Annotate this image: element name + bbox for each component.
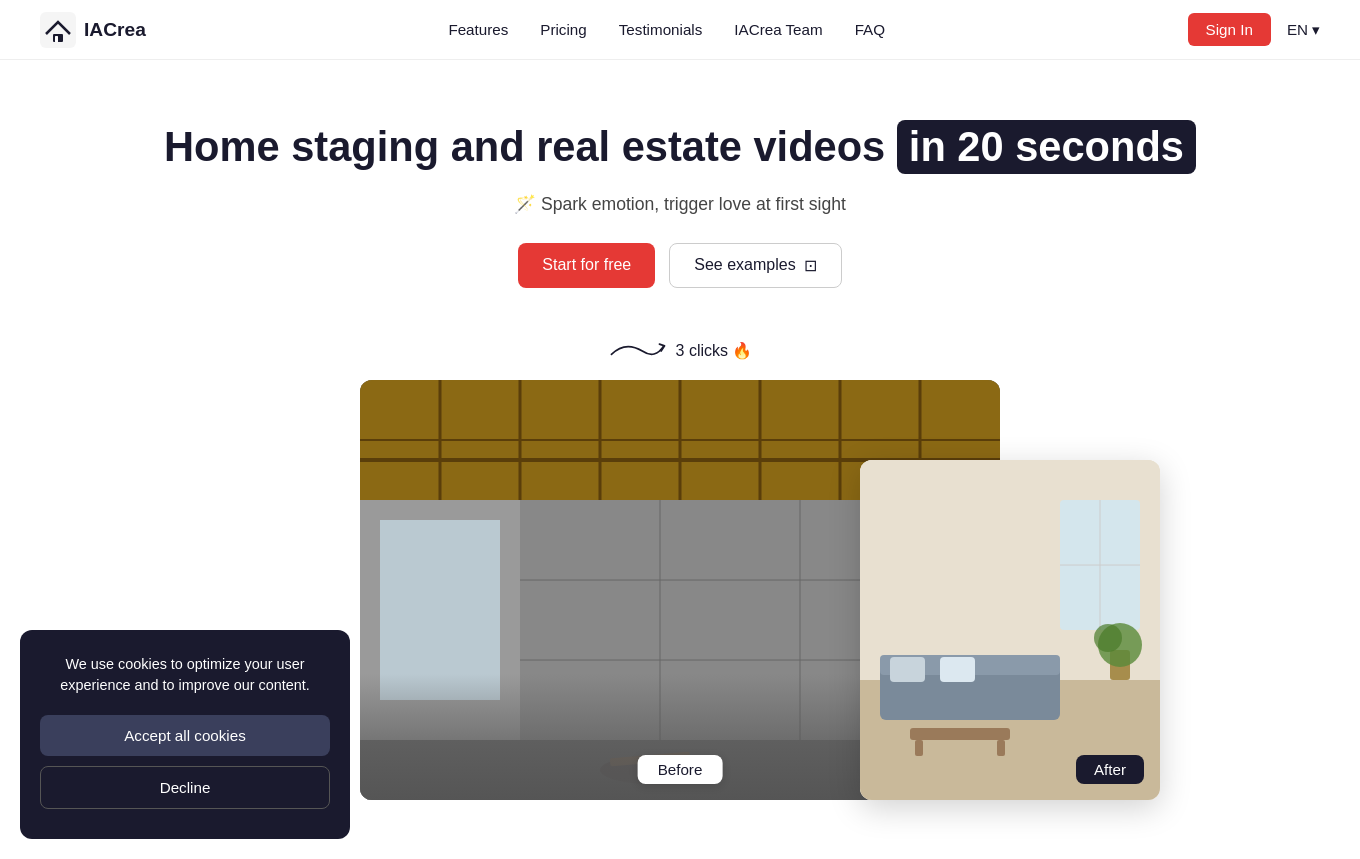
nav-links: Features Pricing Testimonials IACrea Tea… [448,21,885,38]
arrow-icon [608,336,668,366]
before-label: Before [638,755,723,784]
logo[interactable]: IACrea [40,12,146,48]
hero-buttons: Start for free See examples ⊡ [20,243,1340,288]
svg-rect-33 [915,740,923,756]
logo-icon [40,12,76,48]
examples-icon: ⊡ [804,256,817,275]
language-label: EN [1287,21,1308,38]
nav-item-team[interactable]: IACrea Team [734,21,822,38]
after-room-svg [860,460,1160,800]
nav-right: Sign In EN ▾ [1188,13,1320,46]
cookie-banner: We use cookies to optimize your user exp… [20,630,350,839]
nav-item-testimonials[interactable]: Testimonials [619,21,703,38]
nav-item-pricing[interactable]: Pricing [540,21,586,38]
svg-rect-32 [910,728,1010,740]
see-examples-label: See examples [694,256,795,274]
cookie-message: We use cookies to optimize your user exp… [40,654,330,697]
subtitle-text: Spark emotion, trigger love at first sig… [541,194,846,214]
hero-title: Home staging and real estate videos in 2… [20,120,1340,174]
language-selector[interactable]: EN ▾ [1287,21,1320,39]
svg-rect-31 [940,657,975,682]
svg-rect-34 [997,740,1005,756]
chevron-down-icon: ▾ [1312,21,1320,39]
sign-in-button[interactable]: Sign In [1188,13,1271,46]
hero-title-highlight: in 20 seconds [897,120,1196,174]
clicks-label: 3 clicks 🔥 [676,341,753,360]
subtitle-emoji: 🪄 [514,194,536,214]
svg-rect-15 [380,520,500,700]
svg-rect-2 [55,36,58,42]
decline-cookies-button[interactable]: Decline [40,766,330,809]
navbar: IACrea Features Pricing Testimonials IAC… [0,0,1360,60]
hero-title-start: Home staging and real estate videos [164,123,885,170]
svg-rect-30 [890,657,925,682]
after-label: After [1076,755,1144,784]
nav-item-faq[interactable]: FAQ [855,21,885,38]
after-image-container: After [860,460,1160,800]
clicks-area: 3 clicks 🔥 [0,336,1360,366]
start-free-button[interactable]: Start for free [518,243,655,288]
nav-item-features[interactable]: Features [448,21,508,38]
svg-point-40 [1094,624,1122,652]
hero-section: Home staging and real estate videos in 2… [0,60,1360,318]
see-examples-button[interactable]: See examples ⊡ [669,243,841,288]
svg-rect-0 [40,12,76,48]
accept-cookies-button[interactable]: Accept all cookies [40,715,330,756]
hero-subtitle: 🪄 Spark emotion, trigger love at first s… [20,194,1340,215]
logo-text: IACrea [84,19,146,41]
